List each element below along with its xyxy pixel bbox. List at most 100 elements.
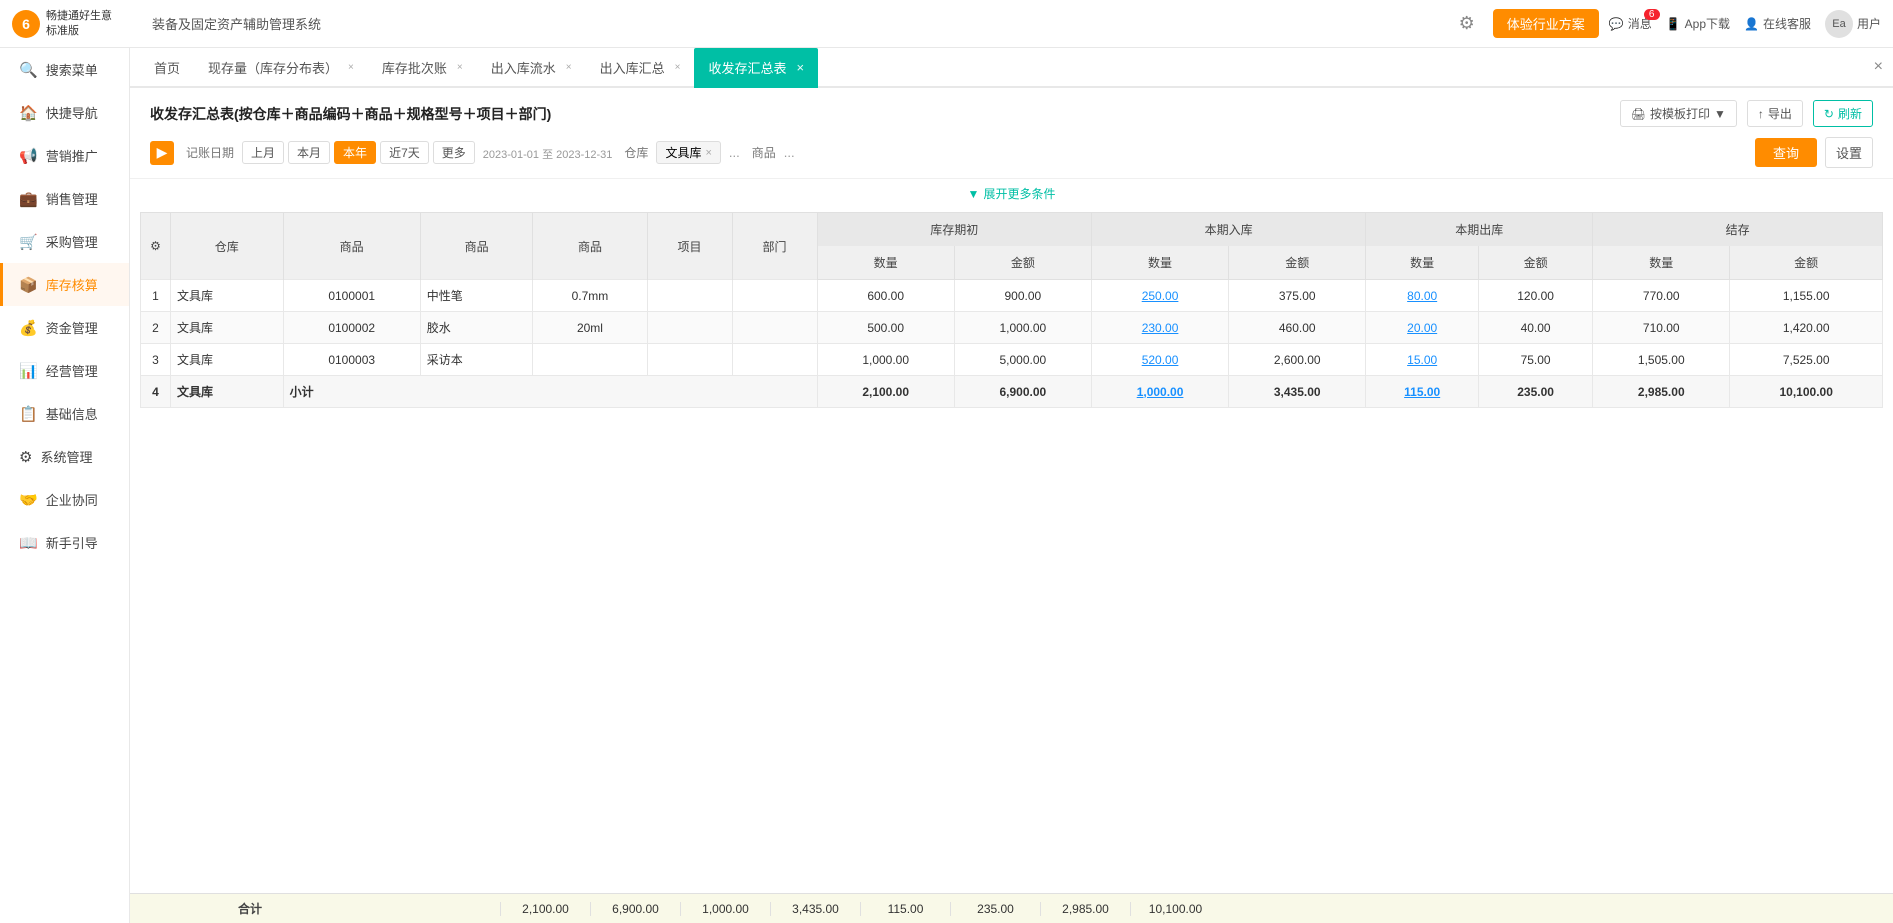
total-bal-qty: 2,985.00 [1040, 902, 1130, 916]
subtotal-in-qty-link[interactable]: 1,000.00 [1091, 376, 1228, 408]
warehouse-tag-close[interactable]: × [705, 147, 711, 159]
bottom-bar: 合计 2,100.00 6,900.00 1,000.00 3,435.00 1… [130, 893, 1893, 923]
inventory-icon: 📦 [19, 276, 38, 294]
col-settings-header[interactable]: ⚙ [141, 213, 171, 280]
logo-text: 畅捷通好生意 标准版 [46, 9, 112, 38]
filter-product-group: 商品 ... [752, 144, 795, 161]
col-current-out-header: 本期出库 [1366, 213, 1593, 247]
page-actions: 🖨 按模板打印 ▼ ↑ 导出 ↻ 刷新 [1620, 100, 1873, 127]
table-container: ⚙ 仓库 商品 商品 商品 项目 部门 库存期初 本期入库 本期出库 结存 [130, 212, 1893, 418]
sidebar-item-sales[interactable]: 💼 销售管理 [0, 177, 129, 220]
message-action[interactable]: 💬 消息 6 [1609, 15, 1652, 32]
sidebar-item-guide[interactable]: 📖 新手引导 [0, 521, 129, 564]
settings-icon[interactable]: ⚙ [1451, 8, 1483, 40]
col-bal-amt: 金额 [1730, 246, 1883, 280]
in-qty-link[interactable]: 250.00 [1091, 280, 1228, 312]
search-icon: 🔍 [19, 61, 38, 79]
home-icon: 🏠 [19, 104, 38, 122]
sidebar-item-basic[interactable]: 📋 基础信息 [0, 392, 129, 435]
purchase-icon: 🛒 [19, 233, 38, 251]
col-dept-header: 部门 [732, 213, 817, 280]
sidebar-item-operations[interactable]: 📊 经营管理 [0, 349, 129, 392]
tab-summary[interactable]: 出入库汇总 × [586, 48, 695, 88]
total-bal-amt: 10,100.00 [1130, 902, 1220, 916]
filter-expand-row: ▼ 展开更多条件 [130, 179, 1893, 212]
filter-warehouse-group: 仓库 文具库 × ... [624, 141, 739, 164]
out-qty-link[interactable]: 15.00 [1366, 344, 1479, 376]
expand-conditions-button[interactable]: ▼ 展开更多条件 [968, 185, 1056, 202]
enterprise-icon: 🤝 [19, 491, 38, 509]
subtotal-out-qty-link[interactable]: 115.00 [1366, 376, 1479, 408]
col-bal-qty: 数量 [1593, 246, 1730, 280]
date-range-display: 2023-01-01 至 2023-12-31 [483, 146, 613, 162]
tab-close-recv-send[interactable]: × [796, 60, 804, 75]
export-button[interactable]: ↑ 导出 [1747, 100, 1803, 127]
product-filter-ellipsis[interactable]: ... [784, 145, 795, 160]
sidebar-item-finance[interactable]: 💰 资金管理 [0, 306, 129, 349]
tab-close-flow[interactable]: × [566, 62, 572, 73]
finance-icon: 💰 [19, 319, 38, 337]
sidebar-item-search[interactable]: 🔍 搜索菜单 [0, 48, 129, 91]
date-btn-more[interactable]: 更多 [433, 141, 475, 164]
col-sku-code-header: 商品 [283, 213, 420, 280]
col-open-qty: 数量 [817, 246, 954, 280]
total-label: 合计 [140, 900, 360, 917]
date-btn-this-month[interactable]: 本月 [288, 141, 330, 164]
close-all-tabs[interactable]: × [1874, 58, 1883, 76]
query-button[interactable]: 查询 [1755, 138, 1817, 167]
refresh-button[interactable]: ↻ 刷新 [1813, 100, 1873, 127]
settings-filter-button[interactable]: 设置 [1825, 137, 1873, 168]
sidebar-item-quick-nav[interactable]: 🏠 快捷导航 [0, 91, 129, 134]
date-btn-last-month[interactable]: 上月 [242, 141, 284, 164]
sidebar-item-enterprise[interactable]: 🤝 企业协同 [0, 478, 129, 521]
logo-icon: 6 [12, 10, 40, 38]
experience-button[interactable]: 体验行业方案 [1493, 9, 1599, 38]
table-row: 2 文具库 0100002 胶水 20ml 500.00 1,000.00 23… [141, 312, 1883, 344]
sidebar-item-system[interactable]: ⚙ 系统管理 [0, 435, 129, 478]
date-quick-buttons: 上月 本月 本年 近7天 更多 [242, 141, 475, 164]
tab-close-inventory-dist[interactable]: × [348, 62, 354, 73]
logo-area: 6 畅捷通好生意 标准版 [12, 9, 142, 38]
tab-recv-send[interactable]: 收发存汇总表 × [694, 48, 818, 88]
main-layout: 🔍 搜索菜单 🏠 快捷导航 📢 营销推广 💼 销售管理 🛒 采购管理 📦 库存核… [0, 48, 1893, 923]
sidebar-item-purchase[interactable]: 🛒 采购管理 [0, 220, 129, 263]
col-in-qty: 数量 [1091, 246, 1228, 280]
page-title: 收发存汇总表(按仓库＋商品编码＋商品＋规格型号＋项目＋部门) [150, 104, 551, 124]
out-qty-link[interactable]: 80.00 [1366, 280, 1479, 312]
guide-icon: 📖 [19, 534, 38, 552]
operations-icon: 📊 [19, 362, 38, 380]
date-btn-this-year[interactable]: 本年 [334, 141, 376, 164]
date-btn-7days[interactable]: 近7天 [380, 141, 429, 164]
system-icon: ⚙ [19, 448, 32, 466]
content-area: 首页 现存量（库存分布表） × 库存批次账 × 出入库流水 × 出入库汇总 × … [130, 48, 1893, 923]
tab-close-batch[interactable]: × [457, 62, 463, 73]
col-sku-name-header: 商品 [420, 213, 533, 280]
warehouse-filter-ellipsis[interactable]: ... [729, 145, 740, 160]
online-service-action[interactable]: 👤 在线客服 [1744, 15, 1811, 32]
sidebar-item-inventory[interactable]: 📦 库存核算 [0, 263, 129, 306]
col-in-amt: 金额 [1229, 246, 1366, 280]
system-title: 装备及固定资产辅助管理系统 [152, 14, 1441, 33]
table-row: 1 文具库 0100001 中性笔 0.7mm 600.00 900.00 25… [141, 280, 1883, 312]
filter-toggle-button[interactable]: ▶ [150, 141, 174, 165]
col-current-in-header: 本期入库 [1091, 213, 1365, 247]
total-out-amt: 235.00 [950, 902, 1040, 916]
col-out-amt: 金额 [1479, 246, 1593, 280]
out-qty-link[interactable]: 20.00 [1366, 312, 1479, 344]
col-opening-stock-header: 库存期初 [817, 213, 1091, 247]
tab-home[interactable]: 首页 [140, 48, 194, 88]
in-qty-link[interactable]: 230.00 [1091, 312, 1228, 344]
app-download-action[interactable]: 📱 App下载 [1666, 15, 1730, 32]
page-header: 收发存汇总表(按仓库＋商品编码＋商品＋规格型号＋项目＋部门) 🖨 按模板打印 ▼… [130, 88, 1893, 127]
print-button[interactable]: 🖨 按模板打印 ▼ [1620, 100, 1737, 127]
sidebar-item-marketing[interactable]: 📢 营销推广 [0, 134, 129, 177]
sidebar: 🔍 搜索菜单 🏠 快捷导航 📢 营销推广 💼 销售管理 🛒 采购管理 📦 库存核… [0, 48, 130, 923]
tab-close-summary[interactable]: × [675, 62, 681, 73]
col-sku-spec-header: 商品 [533, 213, 647, 280]
col-balance-header: 结存 [1593, 213, 1883, 247]
tab-batch[interactable]: 库存批次账 × [368, 48, 477, 88]
tab-flow[interactable]: 出入库流水 × [477, 48, 586, 88]
user-action[interactable]: Ea 用户 [1825, 10, 1881, 38]
tab-inventory-dist[interactable]: 现存量（库存分布表） × [194, 48, 368, 88]
in-qty-link[interactable]: 520.00 [1091, 344, 1228, 376]
